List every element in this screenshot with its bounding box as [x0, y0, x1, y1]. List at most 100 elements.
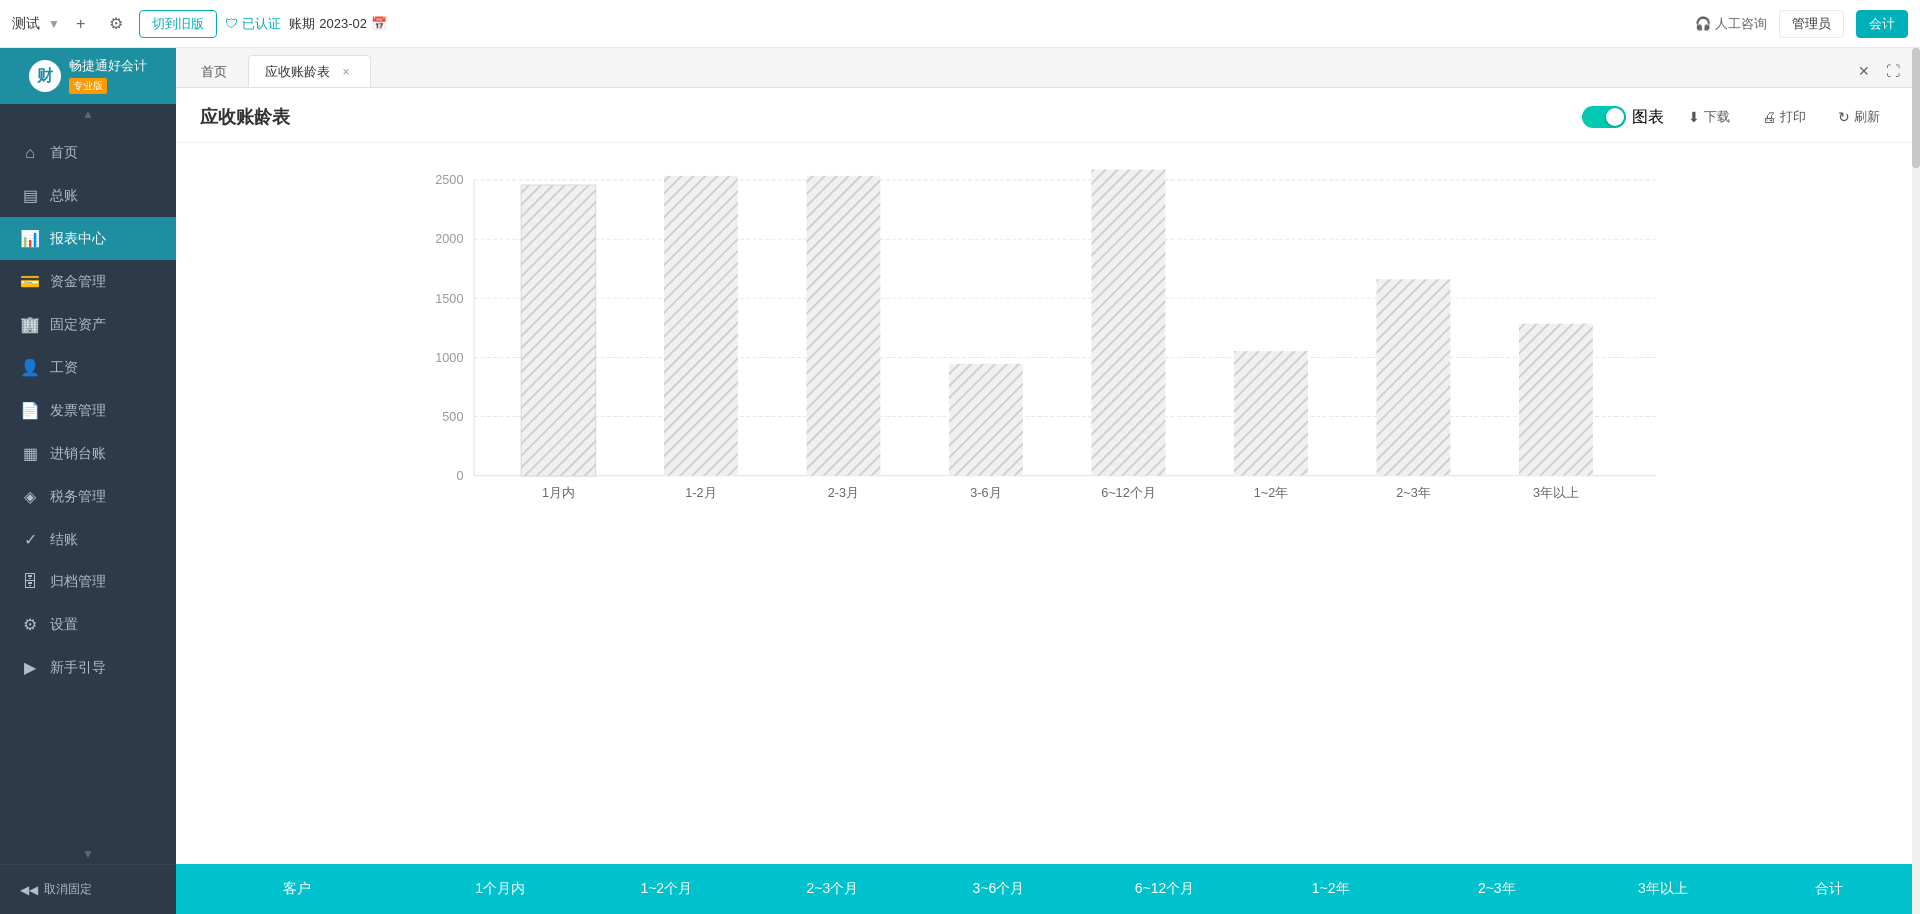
page-content: 应收账龄表 图表 ⬇ 下载 🖨: [176, 88, 1912, 914]
sidebar-item-tax[interactable]: ◈ 税务管理: [0, 475, 176, 518]
tab-close-icon[interactable]: ×: [338, 64, 354, 80]
table-header-3-6month: 3~6个月: [915, 864, 1081, 914]
settings-icon-button[interactable]: ⚙: [101, 10, 131, 37]
refresh-icon: ↻: [1838, 109, 1850, 125]
sidebar-item-reports-label: 报表中心: [50, 230, 106, 248]
sidebar-item-guide[interactable]: ▶ 新手引导: [0, 646, 176, 689]
accountant-button[interactable]: 会计: [1856, 10, 1908, 38]
sidebar-item-inventory[interactable]: ▦ 进销台账: [0, 432, 176, 475]
top-bar: 测试 ▼ + ⚙ 切到旧版 🛡 已认证 账期 2023-02 📅 🎧 人工咨询 …: [0, 0, 1920, 48]
workspace-dropdown-icon[interactable]: ▼: [48, 17, 60, 31]
svg-text:1000: 1000: [435, 351, 463, 365]
svg-text:1-2月: 1-2月: [685, 486, 716, 500]
manager-button[interactable]: 管理员: [1779, 10, 1844, 38]
sidebar-item-settings[interactable]: ⚙ 设置: [0, 603, 176, 646]
close-tab-button[interactable]: ✕: [1854, 61, 1874, 81]
table-header-6-12month: 6~12个月: [1082, 864, 1248, 914]
pin-icon: ◀◀: [20, 883, 38, 897]
workspace-name: 测试: [12, 15, 40, 33]
assets-icon: 🏢: [20, 315, 40, 334]
certified-badge: 🛡 已认证: [225, 15, 281, 33]
page-header: 应收账龄表 图表 ⬇ 下载 🖨: [176, 88, 1912, 143]
chart-container: 0 500 1000 1500 2000 2500 1月内: [176, 143, 1912, 864]
svg-text:2000: 2000: [435, 232, 463, 246]
tax-icon: ◈: [20, 487, 40, 506]
svg-rect-20: [949, 364, 1023, 476]
chart-toggle[interactable]: 图表: [1582, 106, 1664, 128]
print-label: 打印: [1780, 108, 1806, 126]
scrollbar-thumb[interactable]: [1912, 48, 1920, 168]
svg-rect-22: [1092, 170, 1166, 476]
sidebar-item-ledger[interactable]: ▤ 总账: [0, 174, 176, 217]
refresh-button[interactable]: ↻ 刷新: [1830, 104, 1888, 130]
table-header-3plus-year: 3年以上: [1580, 864, 1746, 914]
content-area: 首页 应收账龄表 × ✕ ⛶ 应收账龄表: [176, 48, 1912, 914]
svg-rect-14: [522, 185, 596, 475]
expand-tab-button[interactable]: ⛶: [1882, 61, 1904, 81]
cancel-pin-button[interactable]: ◀◀ 取消固定: [10, 875, 166, 904]
sidebar-item-salary[interactable]: 👤 工资: [0, 346, 176, 389]
tab-bar: 首页 应收账龄表 × ✕ ⛶: [176, 48, 1912, 88]
table-header-2-3month: 2~3个月: [749, 864, 915, 914]
reports-icon: 📊: [20, 229, 40, 248]
bar-chart: 0 500 1000 1500 2000 2500 1月内: [200, 159, 1888, 539]
sidebar-footer: ◀◀ 取消固定: [0, 864, 176, 914]
cancel-pin-label: 取消固定: [44, 881, 92, 898]
sidebar-nav: ⌂ 首页 ▤ 总账 📊 报表中心 💳 资金管理 🏢 固定资产 👤 工资: [0, 124, 176, 844]
account-period: 账期 2023-02 📅: [289, 15, 387, 33]
sidebar-item-invoice[interactable]: 📄 发票管理: [0, 389, 176, 432]
sidebar-item-tax-label: 税务管理: [50, 488, 106, 506]
sidebar-item-archive-label: 归档管理: [50, 573, 106, 591]
download-icon: ⬇: [1688, 109, 1700, 125]
add-button[interactable]: +: [68, 11, 93, 37]
sidebar-item-assets-label: 固定资产: [50, 316, 106, 334]
svg-text:1月内: 1月内: [542, 486, 575, 500]
chart-wrapper: 0 500 1000 1500 2000 2500 1月内: [200, 159, 1888, 539]
service-label: 人工咨询: [1715, 15, 1767, 33]
period-label: 账期: [289, 15, 315, 33]
download-label: 下载: [1704, 108, 1730, 126]
service-button[interactable]: 🎧 人工咨询: [1695, 15, 1767, 33]
sidebar-item-archive[interactable]: 🗄 归档管理: [0, 561, 176, 603]
table-header-2-3year: 2~3年: [1414, 864, 1580, 914]
download-button[interactable]: ⬇ 下载: [1680, 104, 1738, 130]
period-value: 2023-02: [319, 16, 367, 31]
switch-version-button[interactable]: 切到旧版: [139, 10, 217, 38]
finance-icon: 💳: [20, 272, 40, 291]
inventory-icon: ▦: [20, 444, 40, 463]
home-icon: ⌂: [20, 144, 40, 162]
toggle-track[interactable]: [1582, 106, 1626, 128]
toggle-thumb: [1606, 108, 1624, 126]
print-button[interactable]: 🖨 打印: [1754, 104, 1814, 130]
sidebar-logo: 财 畅捷通好会计 专业版: [0, 48, 176, 104]
shield-icon: 🛡: [225, 16, 238, 31]
page-inner: 应收账龄表 图表 ⬇ 下载 🖨: [176, 88, 1912, 914]
table-header-client: 客户: [176, 864, 417, 914]
svg-text:3-6月: 3-6月: [970, 486, 1001, 500]
guide-icon: ▶: [20, 658, 40, 677]
invoice-icon: 📄: [20, 401, 40, 420]
table-header-1-2year: 1~2年: [1248, 864, 1414, 914]
sidebar-item-inventory-label: 进销台账: [50, 445, 106, 463]
sidebar-item-reports[interactable]: 📊 报表中心: [0, 217, 176, 260]
svg-rect-16: [664, 176, 738, 476]
logo-icon: 财: [29, 60, 61, 92]
toggle-label: 图表: [1632, 107, 1664, 128]
scrollbar[interactable]: [1912, 48, 1920, 914]
scroll-up-indicator: ▲: [0, 104, 176, 124]
sidebar-item-home[interactable]: ⌂ 首页: [0, 132, 176, 174]
sidebar-item-assets[interactable]: 🏢 固定资产: [0, 303, 176, 346]
tab-aging[interactable]: 应收账龄表 ×: [248, 55, 371, 87]
app-name: 畅捷通好会计: [69, 58, 147, 75]
calendar-icon[interactable]: 📅: [371, 16, 387, 31]
sidebar-item-finance[interactable]: 💳 资金管理: [0, 260, 176, 303]
tab-aging-label: 应收账龄表: [265, 63, 330, 81]
svg-rect-24: [1234, 351, 1308, 476]
table-header-1-2month: 1~2个月: [583, 864, 749, 914]
sidebar-item-closing[interactable]: ✓ 结账: [0, 518, 176, 561]
table-section: 客户 1个月内 1~2个月 2~3个月 3~6个月 6~12个月 1~2年 2~…: [176, 864, 1912, 914]
settings-icon: ⚙: [20, 615, 40, 634]
tab-home[interactable]: 首页: [184, 55, 244, 87]
page-title: 应收账龄表: [200, 105, 290, 129]
svg-text:500: 500: [442, 410, 463, 424]
